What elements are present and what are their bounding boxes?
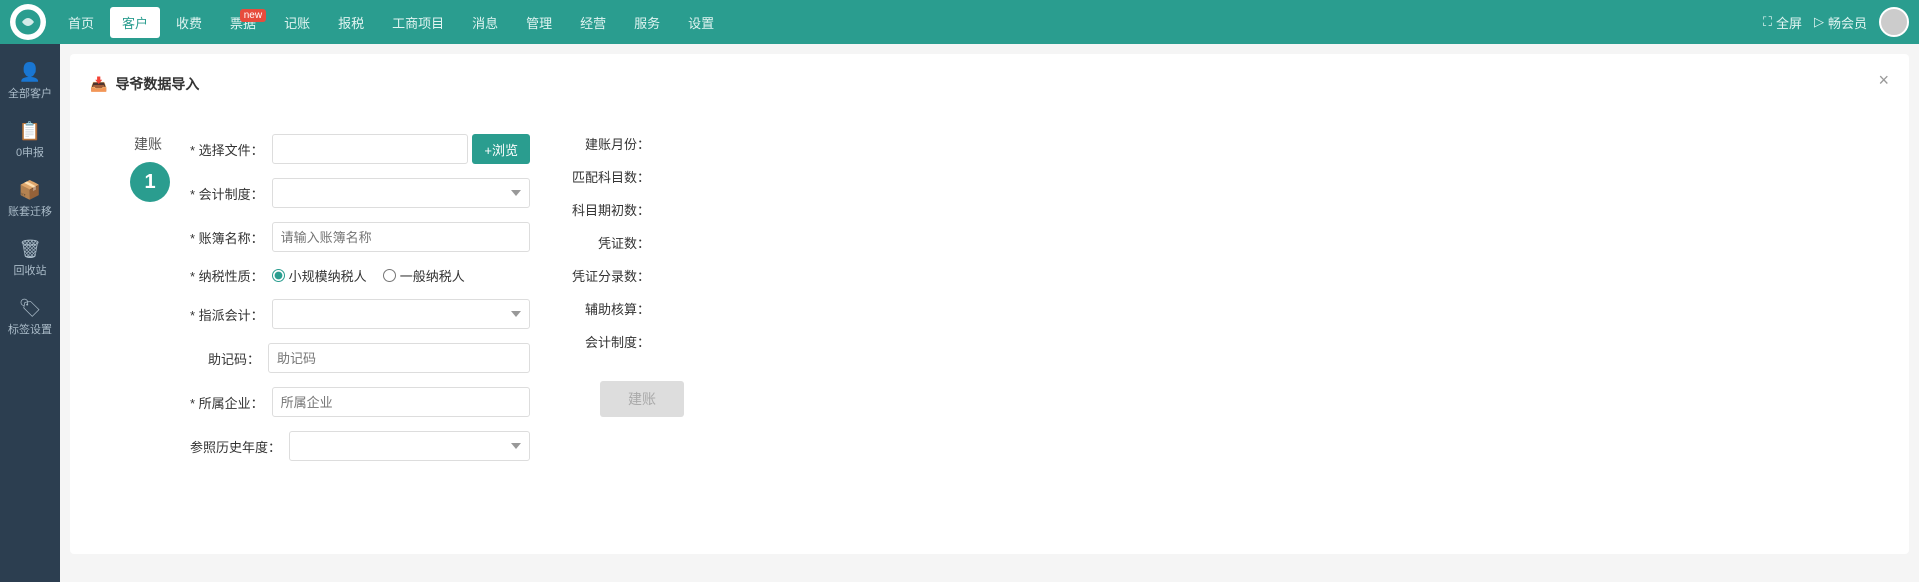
sidebar-label-recycle: 回收站 (14, 262, 47, 278)
form-row-history-year: 参照历史年度： (190, 431, 530, 461)
history-year-select[interactable] (289, 431, 530, 461)
file-input-row: +浏览 (272, 134, 530, 164)
sidebar: 👤 全部客户 📋 0申报 📦 账套迁移 🗑 回收站 🏷 标签设置 (0, 44, 60, 582)
page-title: 导爷数据导入 (115, 74, 199, 94)
info-grid: 建账月份： 匹配科目数： 科目期初数： 凭证数： (570, 134, 770, 351)
sidebar-label-tags: 标签设置 (8, 321, 52, 337)
sidebar-label-all-clients: 全部客户 (8, 85, 52, 101)
info-row-entries: 凭证分录数： (570, 266, 770, 285)
info-system-label: 会计制度： (570, 332, 650, 351)
step-section-label: 建账 (134, 134, 162, 154)
form-row-company: * 所属企业： (190, 387, 530, 417)
vip-icon: ▷ (1814, 14, 1824, 30)
info-entries-label: 凭证分录数： (570, 266, 650, 285)
declare-icon: 📋 (19, 121, 41, 142)
sidebar-label-migrate: 账套迁移 (8, 203, 52, 219)
ledger-name-input[interactable] (272, 222, 530, 252)
info-subjects-label: 匹配科目数： (570, 167, 650, 186)
info-row-month: 建账月份： (570, 134, 770, 153)
form-row-file: * 选择文件： +浏览 (190, 134, 530, 164)
nav-message[interactable]: 消息 (460, 7, 510, 38)
trash-icon: 🗑 (19, 239, 42, 260)
form-row-memo: 助记码： (190, 343, 530, 373)
nav-billing[interactable]: 收费 (164, 7, 214, 38)
browse-button[interactable]: +浏览 (472, 134, 530, 164)
info-row-auxiliary: 辅助核算： (570, 299, 770, 318)
users-icon: 👤 (19, 62, 41, 83)
nav-invoice[interactable]: 票据 new (218, 7, 268, 38)
form-grid: * 选择文件： +浏览 * 会计制度： (190, 134, 530, 461)
history-year-label: 参照历史年度： (190, 437, 281, 456)
nav-service[interactable]: 服务 (622, 7, 672, 38)
build-account-button[interactable]: 建账 (600, 381, 684, 417)
nav-settings[interactable]: 设置 (676, 7, 726, 38)
tax-general-radio[interactable]: 一般纳税人 (383, 266, 465, 285)
form-right: 建账月份： 匹配科目数： 科目期初数： 凭证数： (570, 134, 770, 461)
form-row-ledger: * 账簿名称： (190, 222, 530, 252)
info-row-vouchers: 凭证数： (570, 233, 770, 252)
info-row-system: 会计制度： (570, 332, 770, 351)
ledger-name-label: * 账簿名称： (190, 228, 264, 247)
info-auxiliary-label: 辅助核算： (570, 299, 650, 318)
tax-radio-group: 小规模纳税人 一般纳税人 (272, 266, 530, 285)
company-label: * 所属企业： (190, 393, 264, 412)
company-input[interactable] (272, 387, 530, 417)
top-nav: 首页 客户 收费 票据 new 记账 报税 工商项目 消息 管理 经营 服务 设… (0, 0, 1919, 44)
logo (10, 4, 46, 40)
card-header: 📥 导爷数据导入 (90, 74, 1889, 94)
file-label: * 选择文件： (190, 140, 264, 159)
accountant-label: * 指派会计： (190, 305, 264, 324)
accounting-system-select[interactable] (272, 178, 530, 208)
sidebar-label-declare: 0申报 (16, 144, 44, 160)
vip-btn[interactable]: ▷ 畅会员 (1814, 13, 1867, 32)
fullscreen-btn[interactable]: ⛶ 全屏 (1763, 13, 1802, 32)
close-button[interactable]: × (1878, 70, 1889, 91)
import-icon: 📥 (90, 76, 107, 93)
sidebar-item-migrate[interactable]: 📦 账套迁移 (2, 172, 58, 227)
nav-clients[interactable]: 客户 (110, 7, 160, 38)
migrate-icon: 📦 (19, 180, 41, 201)
accountant-select[interactable] (272, 299, 530, 329)
layout: 👤 全部客户 📋 0申报 📦 账套迁移 🗑 回收站 🏷 标签设置 📥 导爷数据导… (0, 44, 1919, 582)
nav-operation[interactable]: 经营 (568, 7, 618, 38)
new-badge: new (240, 9, 266, 22)
info-row-subjects: 匹配科目数： (570, 167, 770, 186)
form-left: 建账 1 * 选择文件： +浏览 (130, 134, 530, 461)
nav-tax[interactable]: 报税 (326, 7, 376, 38)
sidebar-item-declare[interactable]: 📋 0申报 (2, 113, 58, 168)
sidebar-item-tags[interactable]: 🏷 标签设置 (2, 290, 58, 345)
memo-code-input[interactable] (268, 343, 530, 373)
info-opening-label: 科目期初数： (570, 200, 650, 219)
sidebar-item-recycle[interactable]: 🗑 回收站 (2, 231, 58, 286)
form-row-accounting: * 会计制度： (190, 178, 530, 208)
fullscreen-icon: ⛶ (1763, 14, 1772, 30)
info-month-label: 建账月份： (570, 134, 650, 153)
form-row-tax: * 纳税性质： 小规模纳税人 一般纳税人 (190, 266, 530, 285)
page-card: 📥 导爷数据导入 × 建账 1 * 选择文件： (70, 54, 1909, 554)
info-vouchers-label: 凭证数： (570, 233, 650, 252)
info-row-opening: 科目期初数： (570, 200, 770, 219)
tax-type-label: * 纳税性质： (190, 266, 264, 285)
avatar[interactable] (1879, 7, 1909, 37)
accounting-system-label: * 会计制度： (190, 184, 264, 203)
tax-small-radio[interactable]: 小规模纳税人 (272, 266, 367, 285)
sidebar-item-all-clients[interactable]: 👤 全部客户 (2, 54, 58, 109)
step-badge: 1 (130, 162, 170, 202)
form-row-accountant: * 指派会计： (190, 299, 530, 329)
main-content: 📥 导爷数据导入 × 建账 1 * 选择文件： (60, 44, 1919, 582)
tag-icon: 🏷 (19, 298, 42, 319)
nav-manage[interactable]: 管理 (514, 7, 564, 38)
nav-business[interactable]: 工商项目 (380, 7, 456, 38)
nav-home[interactable]: 首页 (56, 7, 106, 38)
form-area: 建账 1 * 选择文件： +浏览 (90, 114, 1889, 481)
file-text-input[interactable] (272, 134, 469, 164)
nav-items: 首页 客户 收费 票据 new 记账 报税 工商项目 消息 管理 经营 服务 设… (56, 7, 1763, 38)
nav-bookkeeping[interactable]: 记账 (272, 7, 322, 38)
nav-right: ⛶ 全屏 ▷ 畅会员 (1763, 7, 1909, 37)
memo-code-label: 助记码： (190, 349, 260, 368)
